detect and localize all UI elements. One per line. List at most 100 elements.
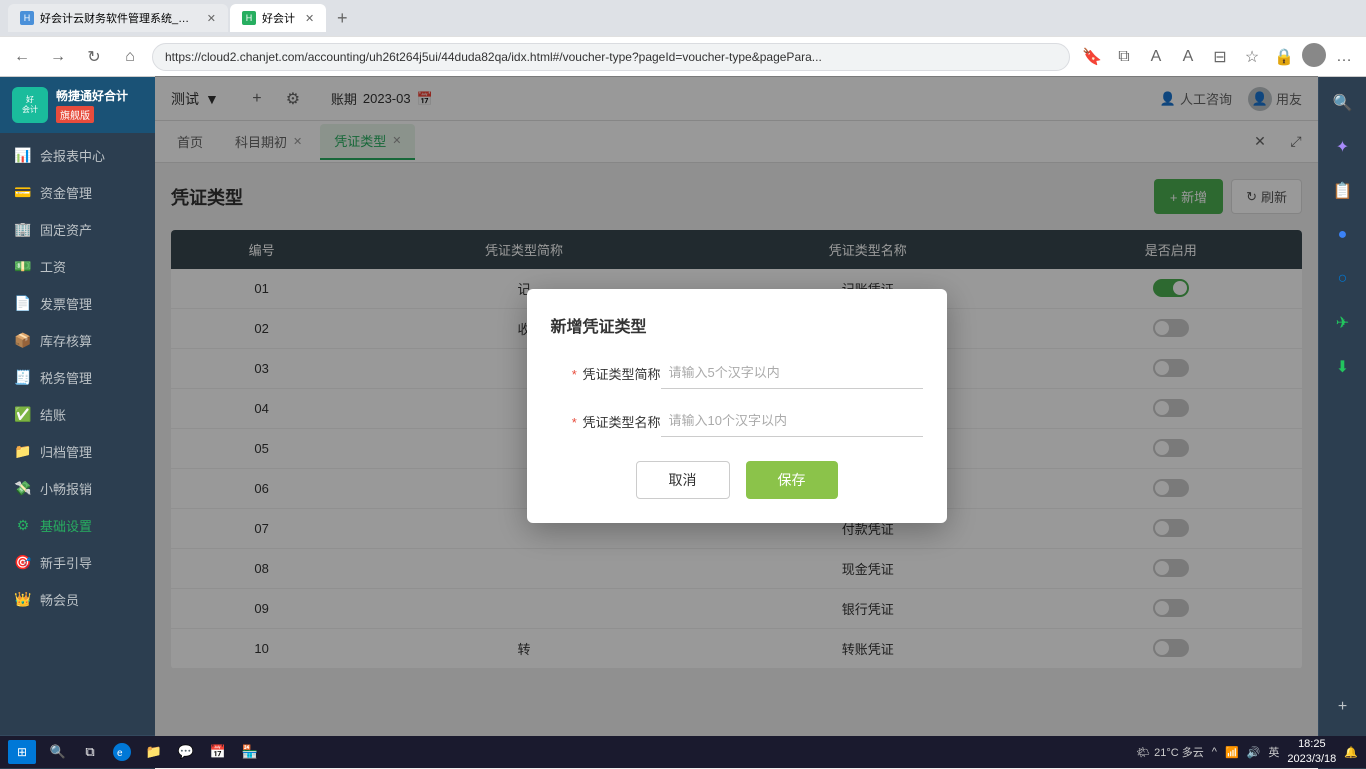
- clock[interactable]: 18:25 2023/3/18: [1287, 737, 1336, 768]
- form-label-name: * 凭证类型名称: [551, 412, 661, 431]
- taskbar-calendar-button[interactable]: 📅: [204, 738, 232, 766]
- right-panel: 🔍 ✦ 📋 ● ○ ✈ ⬇ + ⚙: [1318, 77, 1366, 769]
- new-tab-button[interactable]: +: [328, 4, 356, 32]
- taskbar-explorer-button[interactable]: 📁: [140, 738, 168, 766]
- tax-icon: 🧾: [14, 369, 32, 387]
- close-icon: ✅: [14, 406, 32, 424]
- tab-favicon-2: H: [242, 11, 256, 25]
- sidebar-item-label-capital: 资金管理: [40, 183, 92, 202]
- full-name-input[interactable]: [661, 405, 923, 437]
- add-voucher-modal: 新增凭证类型 * 凭证类型简称 * 凭证类型名称 取消: [527, 289, 947, 523]
- right-panel-ai-button[interactable]: ✦: [1325, 129, 1361, 165]
- sidebar-item-dashboard[interactable]: 📊 会报表中心: [0, 137, 155, 174]
- favorites-icon[interactable]: ☆: [1238, 43, 1266, 71]
- systray: 🌤 21°C 多云: [1136, 744, 1204, 760]
- logo-badge: 旗舰版: [56, 106, 94, 123]
- form-label-short: * 凭证类型简称: [551, 364, 661, 383]
- tab-close-1[interactable]: ✕: [207, 12, 216, 25]
- reader-icon[interactable]: ⊟: [1206, 43, 1234, 71]
- guide-icon: 🎯: [14, 554, 32, 572]
- sidebar-item-invoice[interactable]: 📄 发票管理: [0, 285, 155, 322]
- sidebar-item-label-tax: 税务管理: [40, 368, 92, 387]
- form-row-short: * 凭证类型简称: [551, 357, 923, 389]
- browser-actions: 🔖 ⧉ A A ⊟ ☆ 🔒 …: [1078, 43, 1358, 71]
- date-label: 2023/3/18: [1287, 752, 1336, 767]
- taskbar-icons: 🔍 ⧉ e 📁 💬 📅 🏪: [44, 738, 264, 766]
- right-panel-clipboard-button[interactable]: 📋: [1325, 173, 1361, 209]
- tab-bar: H 好会计云财务软件管理系统_会计 ✕ H 好会计 ✕ +: [0, 0, 1366, 36]
- sidebar-item-assets[interactable]: 🏢 固定资产: [0, 211, 155, 248]
- sidebar-item-label-assets: 固定资产: [40, 220, 92, 239]
- short-name-input[interactable]: [661, 357, 923, 389]
- sidebar-item-salary[interactable]: 💵 工资: [0, 248, 155, 285]
- forward-button[interactable]: →: [44, 43, 72, 71]
- profile-icon[interactable]: [1302, 43, 1326, 67]
- browser-tab-2[interactable]: H 好会计 ✕: [230, 4, 326, 32]
- taskbar-search-button[interactable]: 🔍: [44, 738, 72, 766]
- required-star-short: *: [572, 367, 577, 382]
- sidebar-item-capital[interactable]: 💳 资金管理: [0, 174, 155, 211]
- sidebar-item-settings[interactable]: ⚙ 基础设置: [0, 507, 155, 544]
- taskbar: ⊞ 🔍 ⧉ e 📁 💬 📅 🏪 🌤 21°C 多云 ^ 📶 🔊 英 18:25 …: [0, 736, 1366, 768]
- taskbar-taskview-button[interactable]: ⧉: [76, 738, 104, 766]
- time-label: 18:25: [1287, 737, 1336, 752]
- address-input[interactable]: [152, 43, 1070, 71]
- right-panel-outlook-button[interactable]: ○: [1325, 261, 1361, 297]
- sidebar-item-label-expense: 小畅报销: [40, 479, 92, 498]
- logo-icon: 好会计: [12, 87, 48, 123]
- svg-text:e: e: [117, 748, 123, 759]
- right-panel-add-button[interactable]: +: [1325, 689, 1361, 725]
- tab-close-2[interactable]: ✕: [305, 12, 314, 25]
- capital-icon: 💳: [14, 184, 32, 202]
- home-button[interactable]: ⌂: [116, 43, 144, 71]
- start-button[interactable]: ⊞: [8, 740, 36, 764]
- sidebar-item-inventory[interactable]: 📦 库存核算: [0, 322, 155, 359]
- bookmark-icon[interactable]: 🔖: [1078, 43, 1106, 71]
- form-row-name: * 凭证类型名称: [551, 405, 923, 437]
- modal-overlay: 新增凭证类型 * 凭证类型简称 * 凭证类型名称 取消: [155, 77, 1318, 736]
- sidebar-item-label-archive: 归档管理: [40, 442, 92, 461]
- tab-label-2: 好会计: [262, 10, 295, 26]
- sidebar-item-member[interactable]: 👑 畅会员: [0, 581, 155, 618]
- right-panel-download-button[interactable]: ⬇: [1325, 349, 1361, 385]
- modal-actions: 取消 保存: [551, 461, 923, 499]
- sidebar-item-label-inventory: 库存核算: [40, 331, 92, 350]
- taskbar-store-button[interactable]: 🏪: [236, 738, 264, 766]
- systray-arrow[interactable]: ^: [1212, 746, 1217, 758]
- sidebar-item-close[interactable]: ✅ 结账: [0, 396, 155, 433]
- notification-icon[interactable]: 🔔: [1344, 746, 1358, 759]
- sidebar-item-label-salary: 工资: [40, 257, 66, 276]
- required-star-name: *: [572, 415, 577, 430]
- taskbar-right: 🌤 21°C 多云 ^ 📶 🔊 英 18:25 2023/3/18 🔔: [1136, 737, 1358, 768]
- archive-icon: 📁: [14, 443, 32, 461]
- sidebar: 好会计 畅捷通好合计 旗舰版 📊 会报表中心 💳 资金管理 🏢 固定资产 💵 工…: [0, 77, 155, 769]
- weather-label: 21°C 多云: [1154, 744, 1204, 760]
- more-icon[interactable]: …: [1330, 43, 1358, 71]
- tab-label-1: 好会计云财务软件管理系统_会计: [40, 10, 197, 26]
- cancel-button[interactable]: 取消: [636, 461, 730, 499]
- zoom-icon[interactable]: A: [1142, 43, 1170, 71]
- taskbar-wechat-button[interactable]: 💬: [172, 738, 200, 766]
- save-button[interactable]: 保存: [746, 461, 838, 499]
- sidebar-item-label-settings: 基础设置: [40, 516, 92, 535]
- extensions-icon[interactable]: ⧉: [1110, 43, 1138, 71]
- browser-tab-1[interactable]: H 好会计云财务软件管理系统_会计 ✕: [8, 4, 228, 32]
- right-panel-green-button[interactable]: ✈: [1325, 305, 1361, 341]
- collection-icon[interactable]: 🔒: [1270, 43, 1298, 71]
- back-button[interactable]: ←: [8, 43, 36, 71]
- dashboard-icon: 📊: [14, 147, 32, 165]
- right-panel-blue-button[interactable]: ●: [1325, 217, 1361, 253]
- logo-text: 畅捷通好合计: [56, 87, 128, 104]
- refresh-button[interactable]: ↻: [80, 43, 108, 71]
- member-icon: 👑: [14, 591, 32, 609]
- sidebar-item-archive[interactable]: 📁 归档管理: [0, 433, 155, 470]
- sidebar-item-label-close: 结账: [40, 405, 66, 424]
- sidebar-item-expense[interactable]: 💸 小畅报销: [0, 470, 155, 507]
- taskbar-edge-button[interactable]: e: [108, 738, 136, 766]
- sidebar-item-guide[interactable]: 🎯 新手引导: [0, 544, 155, 581]
- sidebar-item-tax[interactable]: 🧾 税务管理: [0, 359, 155, 396]
- inventory-icon: 📦: [14, 332, 32, 350]
- translate-icon[interactable]: A: [1174, 43, 1202, 71]
- volume-icon: 🔊: [1247, 746, 1261, 759]
- right-panel-search-button[interactable]: 🔍: [1325, 85, 1361, 121]
